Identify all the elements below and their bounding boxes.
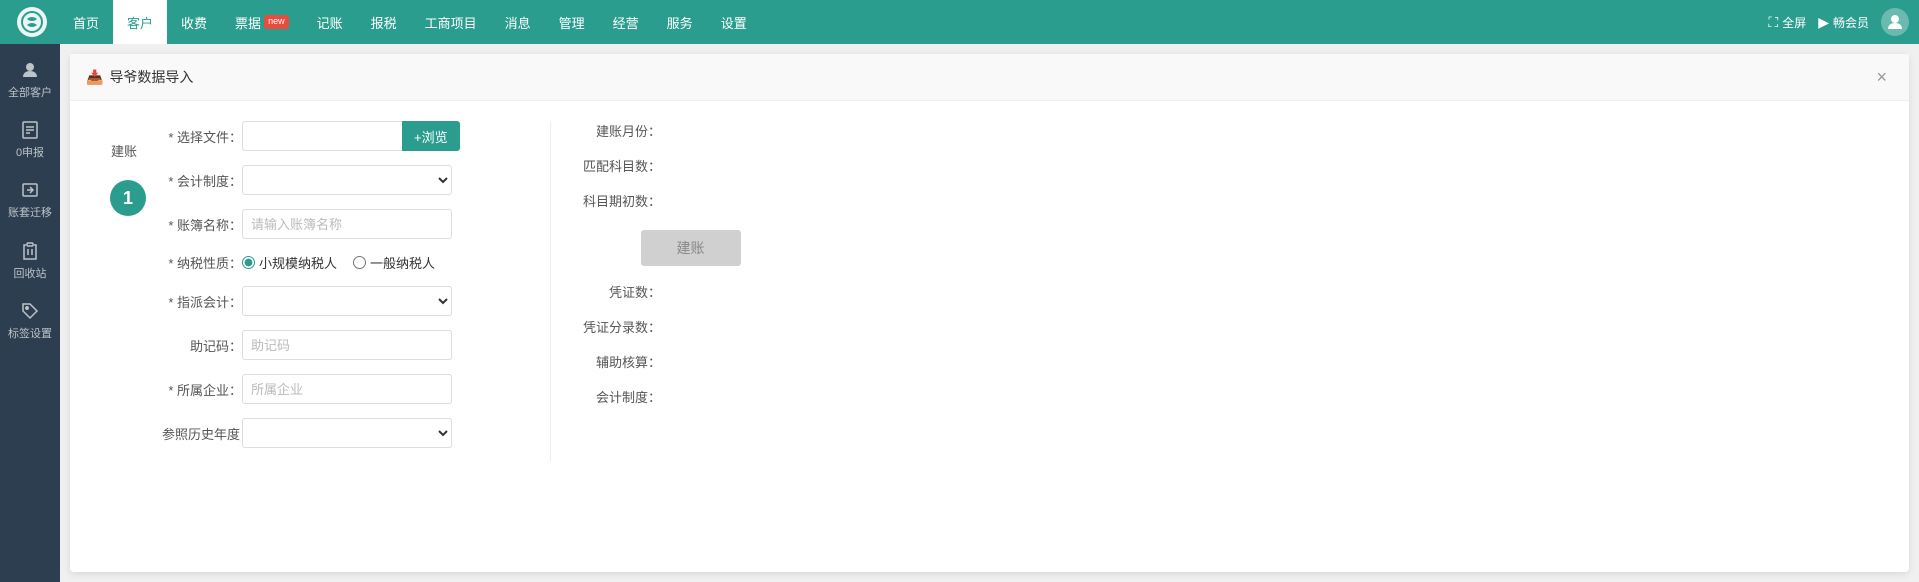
match-subjects-label: 匹配科目数： bbox=[571, 156, 661, 175]
subject-init-label: 科目期初数： bbox=[571, 191, 661, 210]
book-name-row: * 账簿名称： bbox=[162, 209, 530, 239]
tax-option1[interactable]: 小规模纳税人 bbox=[242, 253, 337, 272]
build-month-row: 建账月份： bbox=[571, 121, 810, 140]
tax-radio-group: 小规模纳税人 一般纳税人 bbox=[242, 253, 435, 272]
form-area: * 选择文件： +浏览 * 会计制度： bbox=[162, 121, 530, 462]
sidebar: 全部客户 0申报 账套迁移 bbox=[0, 44, 60, 582]
accounting-system-label: * 会计制度： bbox=[162, 171, 242, 190]
nav-items: 首页 客户 收费 票据 new 记账 报税 工商项目 消息 管理 经营 服务 设… bbox=[59, 0, 761, 44]
memo-code-label: 助记码： bbox=[162, 336, 242, 355]
nav-operations[interactable]: 经营 bbox=[599, 0, 653, 44]
nav-fees[interactable]: 收费 bbox=[167, 0, 221, 44]
voucher-entries-row: 凭证分录数： bbox=[571, 317, 810, 336]
logo-icon bbox=[17, 7, 47, 37]
tags-label: 标签设置 bbox=[8, 328, 52, 341]
recycle-label: 回收站 bbox=[14, 268, 47, 281]
history-year-select[interactable] bbox=[242, 418, 452, 448]
accountant-label: * 指派会计： bbox=[162, 292, 242, 311]
accounting-system-select[interactable] bbox=[242, 165, 452, 195]
file-input-group: +浏览 bbox=[242, 121, 460, 151]
all-clients-icon bbox=[20, 60, 40, 83]
nav-messages[interactable]: 消息 bbox=[491, 0, 545, 44]
subject-init-row: 科目期初数： bbox=[571, 191, 810, 210]
info-section: 建账月份： 匹配科目数： 科目期初数： 建账 凭证 bbox=[550, 121, 810, 462]
company-row: * 所属企业： bbox=[162, 374, 530, 404]
build-month-label: 建账月份： bbox=[571, 121, 661, 140]
migrate-icon bbox=[20, 180, 40, 203]
declare-label: 0申报 bbox=[16, 147, 44, 160]
dialog-body: 建账 1 * 选择文件： +浏览 bbox=[70, 101, 1909, 482]
tax-type-label: * 纳税性质： bbox=[162, 253, 242, 272]
browse-button[interactable]: +浏览 bbox=[402, 121, 460, 151]
tax-type-row: * 纳税性质： 小规模纳税人 一般纳税人 bbox=[162, 253, 530, 272]
aux-accounting-row: 辅助核算： bbox=[571, 352, 810, 371]
sidebar-item-tags[interactable]: 标签设置 bbox=[2, 293, 58, 349]
declare-icon bbox=[20, 120, 40, 143]
accountant-select[interactable] bbox=[242, 286, 452, 316]
vip-label: 畅会员 bbox=[1833, 14, 1869, 31]
nav-right: ⛶ 全屏 ▶ 畅会员 bbox=[1768, 8, 1909, 36]
memo-code-input[interactable] bbox=[242, 330, 452, 360]
nav-commerce[interactable]: 工商项目 bbox=[411, 0, 491, 44]
fullscreen-btn[interactable]: ⛶ 全屏 bbox=[1768, 14, 1806, 31]
accountant-row: * 指派会计： bbox=[162, 286, 530, 316]
sidebar-item-recycle[interactable]: 回收站 bbox=[2, 233, 58, 289]
nav-settings[interactable]: 设置 bbox=[707, 0, 761, 44]
book-name-input[interactable] bbox=[242, 209, 452, 239]
book-name-label: * 账簿名称： bbox=[162, 215, 242, 234]
tags-icon bbox=[20, 301, 40, 324]
new-badge: new bbox=[264, 15, 289, 29]
accounting-system-info-label: 会计制度： bbox=[571, 387, 661, 406]
dialog: 📥 导爷数据导入 × 建账 1 * 选择文件： bbox=[70, 54, 1909, 572]
sidebar-item-all-clients[interactable]: 全部客户 bbox=[2, 52, 58, 108]
step-badge: 1 bbox=[110, 180, 146, 216]
aux-accounting-label: 辅助核算： bbox=[571, 352, 661, 371]
nav-services[interactable]: 服务 bbox=[653, 0, 707, 44]
nav-manage[interactable]: 管理 bbox=[545, 0, 599, 44]
company-label: * 所属企业： bbox=[162, 380, 242, 399]
build-button[interactable]: 建账 bbox=[641, 230, 741, 266]
step-label: 建账 bbox=[111, 141, 145, 160]
accounting-system-info-row: 会计制度： bbox=[571, 387, 810, 406]
dialog-title-text: 导爷数据导入 bbox=[109, 67, 193, 87]
vip-btn[interactable]: ▶ 畅会员 bbox=[1818, 14, 1869, 31]
nav-tax[interactable]: 报税 bbox=[357, 0, 411, 44]
all-clients-label: 全部客户 bbox=[8, 87, 52, 100]
dialog-title: 📥 导爷数据导入 bbox=[86, 67, 193, 87]
dialog-header: 📥 导爷数据导入 × bbox=[70, 54, 1909, 101]
file-row: * 选择文件： +浏览 bbox=[162, 121, 530, 151]
file-text-input[interactable] bbox=[242, 121, 402, 151]
fullscreen-icon: ⛶ bbox=[1768, 14, 1778, 31]
dialog-title-icon: 📥 bbox=[86, 69, 103, 86]
nav-bookkeeping[interactable]: 记账 bbox=[303, 0, 357, 44]
file-label: * 选择文件： bbox=[162, 127, 242, 146]
avatar[interactable] bbox=[1881, 8, 1909, 36]
close-button[interactable]: × bbox=[1870, 66, 1893, 88]
top-nav: 首页 客户 收费 票据 new 记账 报税 工商项目 消息 管理 经营 服务 设… bbox=[0, 0, 1919, 44]
accounting-system-row: * 会计制度： bbox=[162, 165, 530, 195]
history-year-label: 参照历史年度： bbox=[162, 424, 242, 443]
fullscreen-label: 全屏 bbox=[1782, 14, 1806, 31]
sidebar-item-migrate[interactable]: 账套迁移 bbox=[2, 172, 58, 228]
memo-code-row: 助记码： bbox=[162, 330, 530, 360]
logo[interactable] bbox=[10, 0, 54, 44]
build-btn-container: 建账 bbox=[571, 230, 810, 266]
company-input[interactable] bbox=[242, 374, 452, 404]
main-content: 📥 导爷数据导入 × 建账 1 * 选择文件： bbox=[60, 44, 1919, 582]
nav-invoices[interactable]: 票据 new bbox=[221, 0, 303, 44]
vip-icon: ▶ bbox=[1818, 14, 1829, 31]
history-year-row: 参照历史年度： bbox=[162, 418, 530, 448]
voucher-count-label: 凭证数： bbox=[571, 282, 661, 301]
voucher-entries-label: 凭证分录数： bbox=[571, 317, 661, 336]
migrate-label: 账套迁移 bbox=[8, 207, 52, 220]
step-section: 建账 1 * 选择文件： +浏览 bbox=[110, 121, 530, 462]
tax-option2[interactable]: 一般纳税人 bbox=[353, 253, 435, 272]
voucher-count-row: 凭证数： bbox=[571, 282, 810, 301]
sidebar-item-declare[interactable]: 0申报 bbox=[2, 112, 58, 168]
main-layout: 全部客户 0申报 账套迁移 bbox=[0, 44, 1919, 582]
match-subjects-row: 匹配科目数： bbox=[571, 156, 810, 175]
nav-clients[interactable]: 客户 bbox=[113, 0, 167, 44]
recycle-icon bbox=[20, 241, 40, 264]
nav-home[interactable]: 首页 bbox=[59, 0, 113, 44]
